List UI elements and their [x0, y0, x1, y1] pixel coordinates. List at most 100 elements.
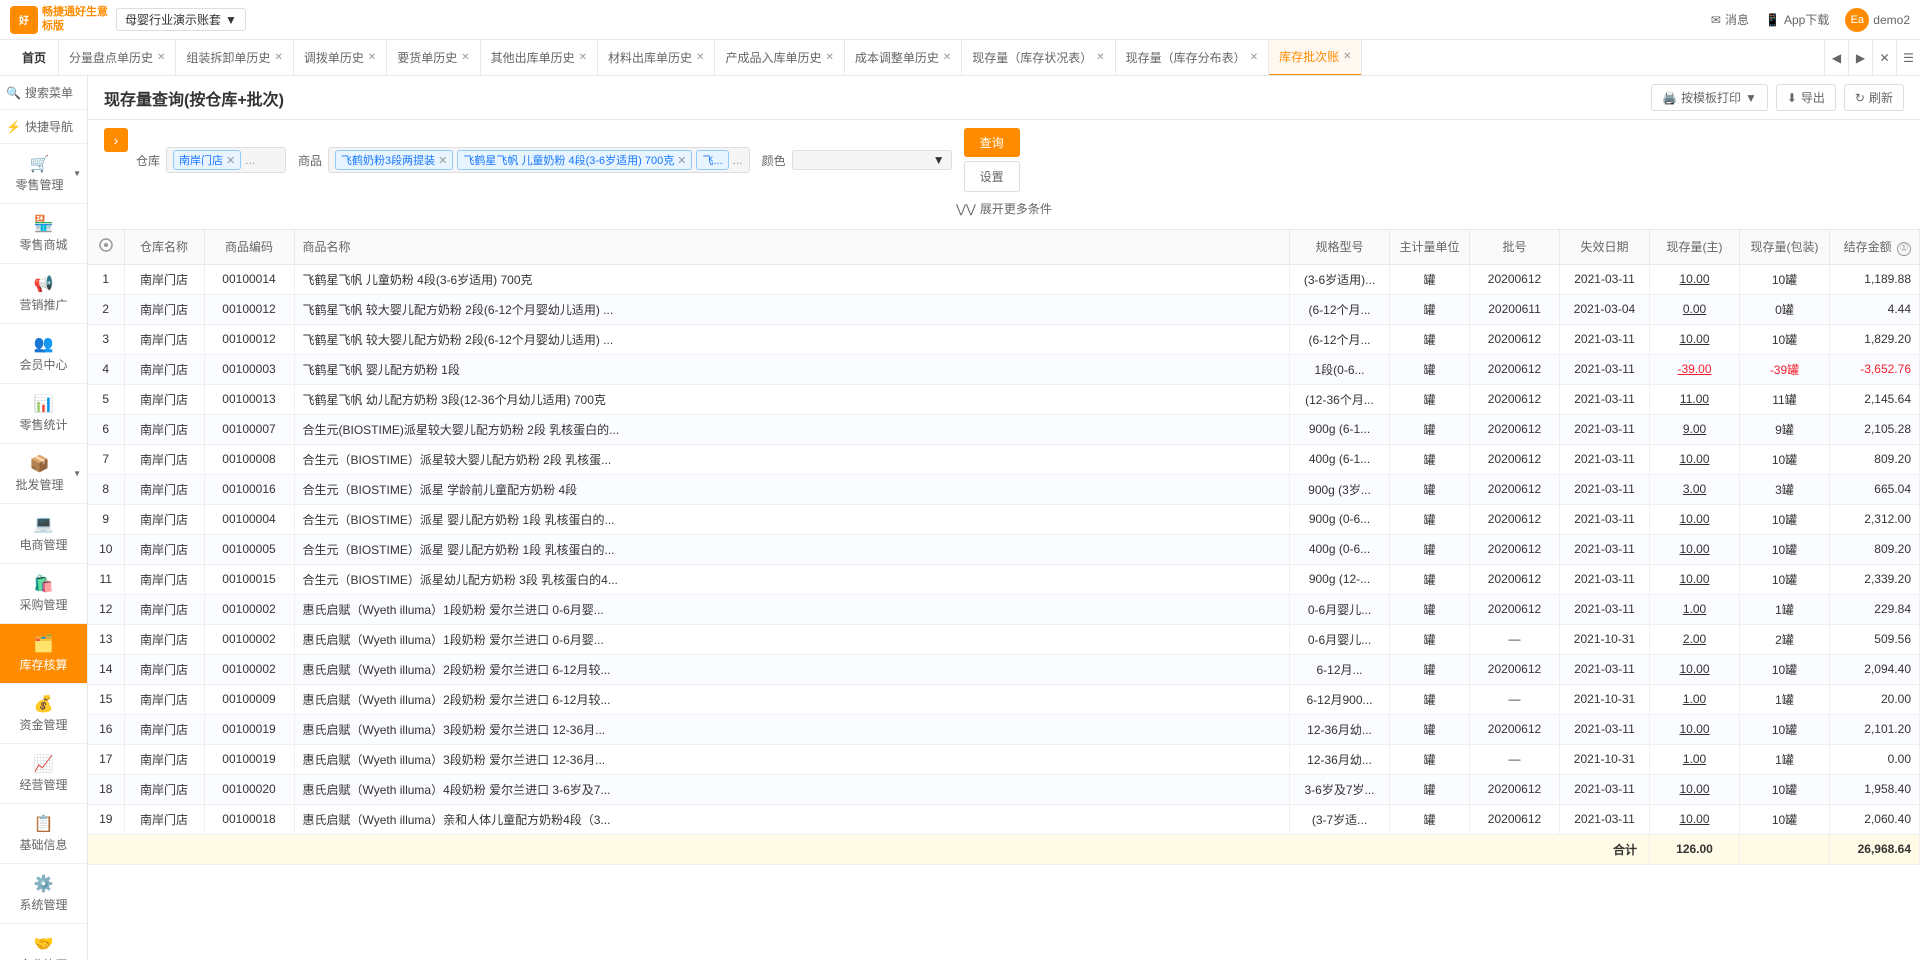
- tab-11[interactable]: 库存批次账 ✕: [1269, 40, 1362, 76]
- sidebar-item-retail-stats[interactable]: 📊 零售统计: [0, 384, 87, 444]
- refresh-button[interactable]: ↻ 刷新: [1844, 84, 1904, 111]
- sidebar-item-inventory[interactable]: 🗂️ 库存核算: [0, 624, 87, 684]
- row-stock-main[interactable]: 10.00: [1650, 534, 1740, 564]
- warehouse-tag-close[interactable]: ✕: [226, 154, 235, 167]
- tab-close-5[interactable]: ✕: [579, 52, 587, 63]
- top-bar-right: ✉ 消息 📱 App下载 Ea demo2: [1711, 8, 1910, 32]
- color-input[interactable]: ▼: [792, 150, 952, 170]
- sidebar-quick[interactable]: ⚡ 快捷导航: [0, 110, 87, 144]
- tab-3[interactable]: 调拨单历史 ✕: [294, 40, 387, 76]
- expand-toggle[interactable]: ⋁⋁ 展开更多条件: [104, 196, 1904, 221]
- store-selector[interactable]: 母婴行业演示账套 ▼: [116, 8, 246, 31]
- tab-10[interactable]: 现存量（库存分布表） ✕: [1116, 40, 1269, 76]
- product-dots[interactable]: ...: [733, 153, 743, 167]
- nav-next-arrow[interactable]: ▶: [1848, 40, 1872, 76]
- row-stock-main[interactable]: 2.00: [1650, 624, 1740, 654]
- sidebar-item-member[interactable]: 👥 会员中心: [0, 324, 87, 384]
- nav-prev-arrow[interactable]: ◀: [1824, 40, 1848, 76]
- tab-close-10[interactable]: ✕: [1250, 52, 1258, 63]
- tab-close-9[interactable]: ✕: [1096, 52, 1104, 63]
- row-sku: 00100019: [204, 744, 294, 774]
- sidebar-item-sys-mgmt[interactable]: ⚙️ 系统管理: [0, 864, 87, 924]
- app-download-item[interactable]: 📱 App下载: [1765, 11, 1829, 28]
- sys-mgmt-icon: ⚙️: [34, 874, 54, 894]
- table-row: 14 南岸门店 00100002 惠氏启赋（Wyeth illuma）2段奶粉 …: [88, 654, 1920, 684]
- sidebar-item-wholesale[interactable]: 📦 批发管理 ▼: [0, 444, 87, 504]
- row-stock-main[interactable]: 10.00: [1650, 324, 1740, 354]
- nav-menu-arrow[interactable]: ☰: [1896, 40, 1920, 76]
- phone-icon: 📱: [1765, 13, 1780, 27]
- th-settings[interactable]: [88, 230, 124, 264]
- tab-close-7[interactable]: ✕: [825, 52, 833, 63]
- row-stock-main[interactable]: -39.00: [1650, 354, 1740, 384]
- warehouse-input[interactable]: 南岸门店 ✕ ...: [166, 147, 286, 173]
- row-stock-main[interactable]: 10.00: [1650, 264, 1740, 294]
- tab-8[interactable]: 成本调整单历史 ✕: [845, 40, 962, 76]
- sidebar-item-marketing[interactable]: 📢 营销推广: [0, 264, 87, 324]
- tab-close-11[interactable]: ✕: [1343, 51, 1351, 62]
- row-expire: 2021-03-11: [1560, 324, 1650, 354]
- row-stock-main[interactable]: 1.00: [1650, 684, 1740, 714]
- sidebar-search[interactable]: 🔍 搜索菜单: [0, 76, 87, 110]
- message-item[interactable]: ✉ 消息: [1711, 11, 1749, 28]
- row-stock-main[interactable]: 10.00: [1650, 714, 1740, 744]
- tab-6[interactable]: 材料出库单历史 ✕: [598, 40, 715, 76]
- product-input[interactable]: 飞鹤奶粉3段两提装 ✕ 飞鹤星飞帆 儿童奶粉 4段(3-6岁适用) 700克 ✕…: [328, 147, 750, 173]
- product-tag-2-close[interactable]: ✕: [677, 154, 686, 167]
- tab-9[interactable]: 现存量（库存状况表） ✕: [962, 40, 1115, 76]
- tab-close-1[interactable]: ✕: [157, 52, 165, 63]
- sidebar-item-finance[interactable]: 💰 资金管理: [0, 684, 87, 744]
- row-stock-main[interactable]: 11.00: [1650, 384, 1740, 414]
- tab-7[interactable]: 产成品入库单历史 ✕: [715, 40, 844, 76]
- row-unit: 罐: [1390, 714, 1470, 744]
- tab-close-4[interactable]: ✕: [461, 52, 469, 63]
- row-stock-main[interactable]: 10.00: [1650, 444, 1740, 474]
- tab-home[interactable]: 首页: [10, 40, 59, 76]
- template-print-button[interactable]: 🖨️ 按模板打印 ▼: [1651, 84, 1768, 111]
- row-stock-main[interactable]: 0.00: [1650, 294, 1740, 324]
- table-row: 6 南岸门店 00100007 合生元(BIOSTIME)派星较大婴儿配方奶粉 …: [88, 414, 1920, 444]
- row-stock-main[interactable]: 10.00: [1650, 654, 1740, 684]
- nav-close-arrow[interactable]: ✕: [1872, 40, 1896, 76]
- tab-5[interactable]: 其他出库单历史 ✕: [481, 40, 598, 76]
- row-expire: 2021-03-11: [1560, 384, 1650, 414]
- row-warehouse: 南岸门店: [124, 474, 204, 504]
- filter-expand-btn[interactable]: ›: [104, 128, 128, 152]
- sidebar-item-corp-collab[interactable]: 🤝 企业协同: [0, 924, 87, 960]
- row-stock-main[interactable]: 9.00: [1650, 414, 1740, 444]
- tab-1[interactable]: 分量盘点单历史 ✕: [59, 40, 176, 76]
- query-button[interactable]: 查询: [964, 128, 1020, 157]
- tab-4[interactable]: 要货单历史 ✕: [387, 40, 480, 76]
- sidebar-item-purchase[interactable]: 🛍️ 采购管理: [0, 564, 87, 624]
- tab-close-6[interactable]: ✕: [696, 52, 704, 63]
- row-stock-main[interactable]: 10.00: [1650, 804, 1740, 834]
- print-icon: 🖨️: [1662, 91, 1677, 105]
- tab-close-3[interactable]: ✕: [368, 52, 376, 63]
- row-warehouse: 南岸门店: [124, 444, 204, 474]
- row-stock-main[interactable]: 3.00: [1650, 474, 1740, 504]
- sidebar-item-operations[interactable]: 📈 经营管理: [0, 744, 87, 804]
- row-spec: (6-12个月...: [1290, 294, 1390, 324]
- setting-button[interactable]: 设置: [964, 161, 1020, 192]
- tab-2[interactable]: 组装拆卸单历史 ✕: [176, 40, 293, 76]
- row-spec: (12-36个月...: [1290, 384, 1390, 414]
- row-stock-main[interactable]: 1.00: [1650, 744, 1740, 774]
- export-button[interactable]: ⬇ 导出: [1776, 84, 1836, 111]
- row-stock-main[interactable]: 10.00: [1650, 504, 1740, 534]
- retail-stats-icon: 📊: [34, 394, 54, 414]
- row-stock-main[interactable]: 1.00: [1650, 594, 1740, 624]
- user-item[interactable]: Ea demo2: [1845, 8, 1910, 32]
- balance-info-icon[interactable]: ①: [1897, 242, 1911, 256]
- row-batch: 20200612: [1470, 414, 1560, 444]
- sidebar-item-ecommerce[interactable]: 💻 电商管理: [0, 504, 87, 564]
- sidebar-item-base-info[interactable]: 📋 基础信息: [0, 804, 87, 864]
- warehouse-dots[interactable]: ...: [245, 153, 255, 167]
- tab-close-2[interactable]: ✕: [274, 52, 282, 63]
- sidebar-item-retail-store[interactable]: 🏪 零售商城: [0, 204, 87, 264]
- tab-close-8[interactable]: ✕: [943, 52, 951, 63]
- table-row: 5 南岸门店 00100013 飞鹤星飞帆 幼儿配方奶粉 3段(12-36个月幼…: [88, 384, 1920, 414]
- row-stock-main[interactable]: 10.00: [1650, 774, 1740, 804]
- sidebar-item-retail-mgmt[interactable]: 🛒 零售管理 ▼: [0, 144, 87, 204]
- product-tag-1-close[interactable]: ✕: [438, 154, 447, 167]
- row-stock-main[interactable]: 10.00: [1650, 564, 1740, 594]
